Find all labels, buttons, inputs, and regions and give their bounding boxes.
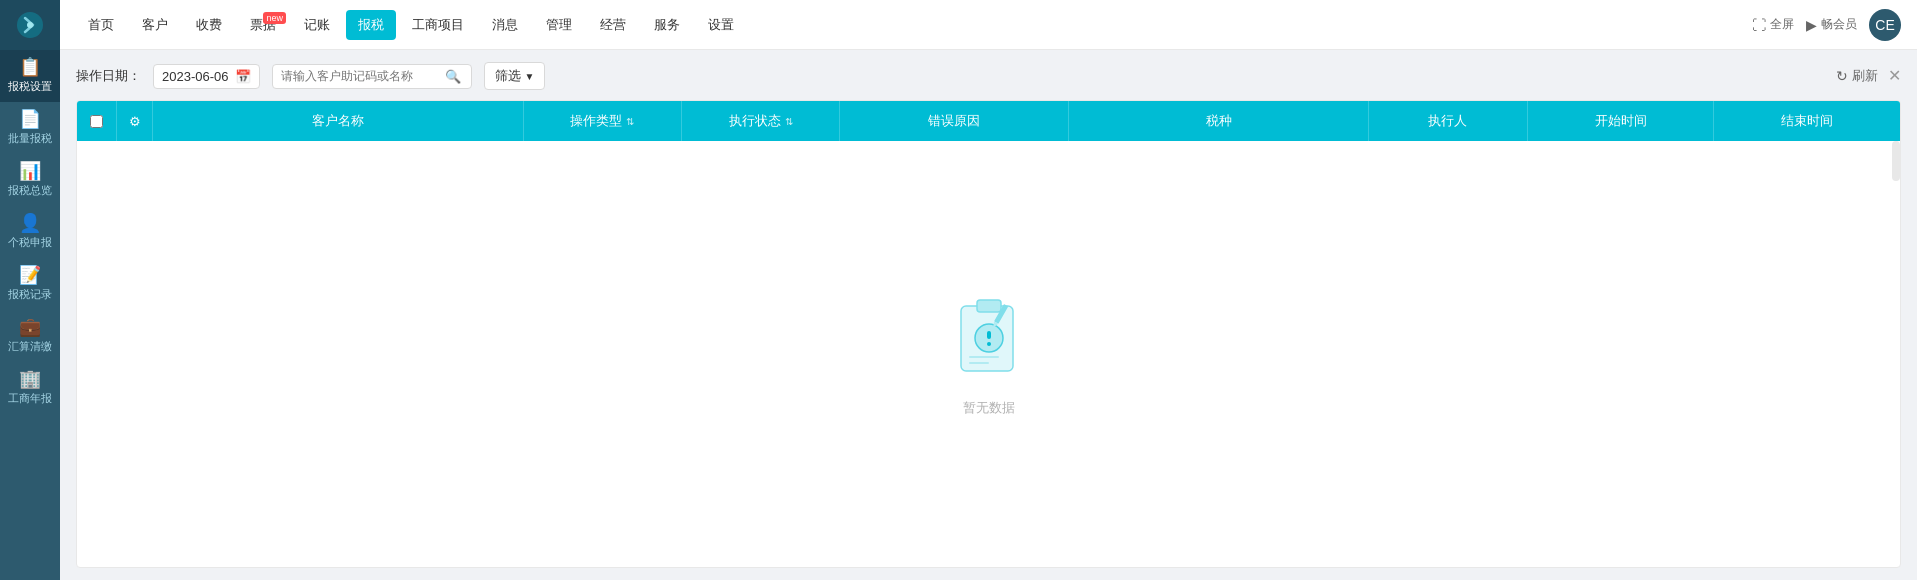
nav-tax[interactable]: 报税 bbox=[346, 10, 396, 40]
empty-illustration bbox=[949, 292, 1029, 387]
table: ⚙ 客户名称 操作类型 ⇅ 执行状态 ⇅ 错误原因 税种 执行人 开始时间 结束… bbox=[76, 100, 1901, 568]
th-checkbox[interactable] bbox=[77, 101, 117, 141]
search-wrap[interactable]: 🔍 bbox=[272, 64, 472, 89]
svg-rect-9 bbox=[969, 356, 999, 358]
batch-tax-icon: 📄 bbox=[19, 110, 41, 128]
empty-state: 暂无数据 bbox=[949, 292, 1029, 417]
th-tax-type: 税种 bbox=[1069, 101, 1369, 141]
th-end-time: 结束时间 bbox=[1714, 101, 1900, 141]
sidebar-item-label: 报税总览 bbox=[8, 183, 52, 198]
th-settings[interactable]: ⚙ bbox=[117, 101, 153, 141]
refresh-icon: ↻ bbox=[1836, 68, 1848, 84]
svg-rect-6 bbox=[987, 342, 991, 346]
topnav: 首页 客户 收费 票据 new 记账 报税 工商项目 消息 管理 经营 服务 设… bbox=[60, 0, 1917, 50]
nav-manage[interactable]: 管理 bbox=[534, 10, 584, 40]
date-label: 操作日期： bbox=[76, 67, 141, 85]
th-op-type[interactable]: 操作类型 ⇅ bbox=[524, 101, 682, 141]
sidebar: 📋 报税设置 📄 批量报税 📊 报税总览 👤 个税申报 📝 报税记录 💼 汇算清… bbox=[0, 0, 60, 580]
date-picker[interactable]: 2023-06-06 📅 bbox=[153, 64, 260, 89]
nav-home[interactable]: 首页 bbox=[76, 10, 126, 40]
settlement-icon: 💼 bbox=[19, 318, 41, 336]
nav-accounts[interactable]: 记账 bbox=[292, 10, 342, 40]
sort-icon: ⇅ bbox=[785, 116, 793, 127]
member-icon: ▶ bbox=[1806, 17, 1817, 33]
close-button[interactable]: ✕ bbox=[1888, 68, 1901, 84]
sidebar-item-tax-record[interactable]: 📝 报税记录 bbox=[0, 258, 60, 310]
table-body: 暂无数据 bbox=[77, 141, 1900, 567]
tax-settings-icon: 📋 bbox=[19, 58, 41, 76]
nav-settings[interactable]: 设置 bbox=[696, 10, 746, 40]
nav-message[interactable]: 消息 bbox=[480, 10, 530, 40]
sidebar-item-tax-overview[interactable]: 📊 报税总览 bbox=[0, 154, 60, 206]
svg-rect-10 bbox=[969, 362, 989, 364]
scroll-indicator[interactable] bbox=[1892, 141, 1900, 181]
nav-business[interactable]: 工商项目 bbox=[400, 10, 476, 40]
th-error-reason: 错误原因 bbox=[840, 101, 1069, 141]
topnav-items: 首页 客户 收费 票据 new 记账 报税 工商项目 消息 管理 经营 服务 设… bbox=[76, 10, 1752, 40]
date-value: 2023-06-06 bbox=[162, 69, 229, 84]
toolbar: 操作日期： 2023-06-06 📅 🔍 筛选 ▼ ↻ 刷新 ✕ bbox=[76, 62, 1901, 90]
main-container: 首页 客户 收费 票据 new 记账 报税 工商项目 消息 管理 经营 服务 设… bbox=[60, 0, 1917, 580]
nav-invoice[interactable]: 票据 new bbox=[238, 10, 288, 40]
annual-report-icon: 🏢 bbox=[19, 370, 41, 388]
svg-rect-5 bbox=[987, 331, 991, 339]
sidebar-logo bbox=[0, 0, 60, 50]
search-input[interactable] bbox=[281, 69, 441, 83]
select-all-checkbox[interactable] bbox=[90, 115, 103, 128]
tax-overview-icon: 📊 bbox=[19, 162, 41, 180]
fullscreen-icon: ⛶ bbox=[1752, 17, 1766, 33]
filter-label: 筛选 bbox=[495, 67, 521, 85]
topnav-right: ⛶ 全屏 ▶ 畅会员 CE bbox=[1752, 9, 1901, 41]
sidebar-item-label: 批量报税 bbox=[8, 131, 52, 146]
calendar-icon: 📅 bbox=[235, 69, 251, 84]
member-label: 畅会员 bbox=[1821, 16, 1857, 33]
personal-tax-icon: 👤 bbox=[19, 214, 41, 232]
svg-point-1 bbox=[27, 22, 33, 28]
table-header: ⚙ 客户名称 操作类型 ⇅ 执行状态 ⇅ 错误原因 税种 执行人 开始时间 结束… bbox=[77, 101, 1900, 141]
refresh-label: 刷新 bbox=[1852, 67, 1878, 85]
sidebar-item-label: 工商年报 bbox=[8, 391, 52, 406]
sidebar-item-tax-settings[interactable]: 📋 报税设置 bbox=[0, 50, 60, 102]
fullscreen-btn[interactable]: ⛶ 全屏 bbox=[1752, 16, 1794, 33]
svg-rect-3 bbox=[977, 300, 1001, 312]
search-icon: 🔍 bbox=[445, 69, 461, 84]
chevron-down-icon: ▼ bbox=[525, 71, 535, 82]
filter-button[interactable]: 筛选 ▼ bbox=[484, 62, 546, 90]
content-area: 操作日期： 2023-06-06 📅 🔍 筛选 ▼ ↻ 刷新 ✕ bbox=[60, 50, 1917, 580]
member-btn[interactable]: ▶ 畅会员 bbox=[1806, 16, 1857, 33]
th-executor: 执行人 bbox=[1369, 101, 1527, 141]
nav-service[interactable]: 服务 bbox=[642, 10, 692, 40]
nav-client[interactable]: 客户 bbox=[130, 10, 180, 40]
th-start-time: 开始时间 bbox=[1528, 101, 1715, 141]
empty-text: 暂无数据 bbox=[963, 399, 1015, 417]
nav-billing[interactable]: 收费 bbox=[184, 10, 234, 40]
fullscreen-label: 全屏 bbox=[1770, 16, 1794, 33]
tax-record-icon: 📝 bbox=[19, 266, 41, 284]
sidebar-item-settlement[interactable]: 💼 汇算清缴 bbox=[0, 310, 60, 362]
avatar[interactable]: CE bbox=[1869, 9, 1901, 41]
sidebar-item-annual-report[interactable]: 🏢 工商年报 bbox=[0, 362, 60, 414]
sidebar-item-batch-tax[interactable]: 📄 批量报税 bbox=[0, 102, 60, 154]
sidebar-item-personal-tax[interactable]: 👤 个税申报 bbox=[0, 206, 60, 258]
th-client-name: 客户名称 bbox=[153, 101, 524, 141]
refresh-button[interactable]: ↻ 刷新 bbox=[1836, 67, 1878, 85]
nav-operate[interactable]: 经营 bbox=[588, 10, 638, 40]
sidebar-item-label: 汇算清缴 bbox=[8, 339, 52, 354]
settings-icon: ⚙ bbox=[129, 114, 141, 129]
sidebar-item-label: 报税记录 bbox=[8, 287, 52, 302]
sidebar-item-label: 个税申报 bbox=[8, 235, 52, 250]
th-exec-status[interactable]: 执行状态 ⇅ bbox=[682, 101, 840, 141]
toolbar-right: ↻ 刷新 ✕ bbox=[1836, 67, 1901, 85]
new-badge: new bbox=[263, 12, 286, 25]
sidebar-item-label: 报税设置 bbox=[8, 79, 52, 94]
sort-icon: ⇅ bbox=[626, 116, 634, 127]
